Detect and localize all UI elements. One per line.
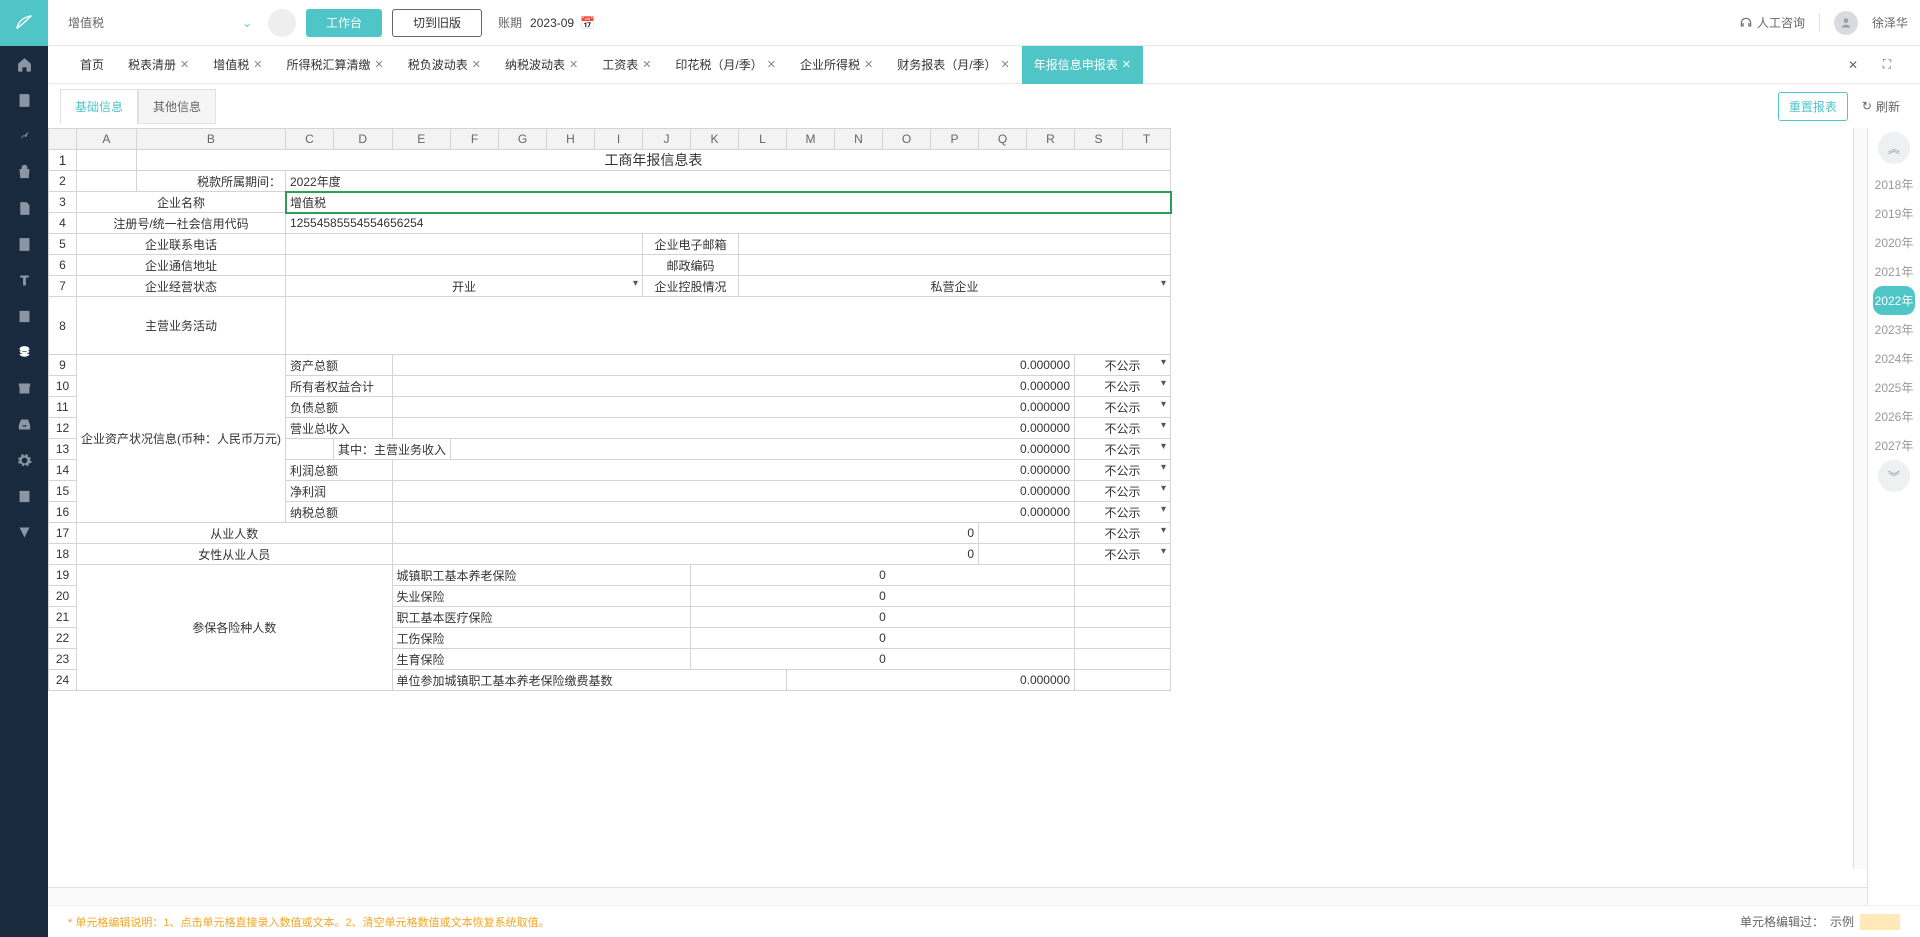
sub-bar: 基础信息 其他信息 重置报表 ↻ 刷新 [48, 84, 1920, 128]
example-swatch [1860, 914, 1900, 930]
nav-calc-icon[interactable] [0, 298, 48, 334]
nav-ledger-icon[interactable] [0, 82, 48, 118]
vertical-scrollbar[interactable] [1853, 128, 1867, 869]
subtab-other[interactable]: 其他信息 [138, 89, 216, 124]
close-icon[interactable]: ✕ [253, 58, 262, 71]
chevron-down-icon: ⌄ [242, 16, 252, 30]
nav-font-icon[interactable] [0, 262, 48, 298]
nav-archive-icon[interactable] [0, 370, 48, 406]
document-tabs: 首页税表清册✕增值税✕所得税汇算清缴✕税负波动表✕纳税波动表✕工资表✕印花税（月… [48, 46, 1920, 84]
close-icon[interactable]: ✕ [180, 58, 189, 71]
tab-税负波动表[interactable]: 税负波动表✕ [396, 46, 493, 84]
year-2022年[interactable]: 2022年 [1873, 286, 1915, 315]
nav-report-icon[interactable] [0, 226, 48, 262]
year-panel: ︽ 2018年2019年2020年2021年2022年2023年2024年202… [1868, 128, 1920, 905]
tab-年报信息申报表[interactable]: 年报信息申报表✕ [1022, 46, 1143, 84]
edited-label: 单元格编辑过： [1740, 913, 1824, 930]
example-label: 示例 [1830, 913, 1854, 930]
tab-工资表[interactable]: 工资表✕ [590, 46, 663, 84]
year-2023年[interactable]: 2023年 [1873, 315, 1915, 344]
divider [1819, 14, 1820, 32]
reset-report-button[interactable]: 重置报表 [1778, 92, 1848, 121]
tab-税表清册[interactable]: 税表清册✕ [116, 46, 201, 84]
close-tab-button[interactable]: ✕ [1840, 52, 1866, 78]
nav-inbox-icon[interactable] [0, 406, 48, 442]
close-icon[interactable]: ✕ [569, 58, 578, 71]
close-icon[interactable]: ✕ [767, 58, 776, 71]
user-name[interactable]: 徐泽华 [1872, 14, 1908, 31]
tab-增值税[interactable]: 增值税✕ [201, 46, 274, 84]
tab-所得税汇算清缴[interactable]: 所得税汇算清缴✕ [274, 46, 395, 84]
nav-v-icon[interactable] [0, 514, 48, 550]
close-icon[interactable]: ✕ [1122, 58, 1131, 71]
year-2019年[interactable]: 2019年 [1873, 199, 1915, 228]
user-avatar[interactable] [1834, 11, 1858, 35]
company-dropdown[interactable]: 增值税 ⌄ [60, 8, 260, 38]
tab-首页[interactable]: 首页 [68, 46, 116, 84]
switch-old-button[interactable]: 切到旧版 [392, 9, 482, 37]
close-icon[interactable]: ✕ [375, 58, 384, 71]
bottom-bar: * 单元格编辑说明：1、点击单元格直接录入数值或文本。2、清空单元格数值或文本恢… [48, 905, 1920, 937]
consult-link[interactable]: 人工咨询 [1739, 14, 1805, 31]
spreadsheet[interactable]: ABCDEFGHIJKLMNOPQRST1工商年报信息表2税款所属期间：2022… [48, 128, 1867, 887]
period-label: 账期 [498, 14, 522, 31]
close-icon[interactable]: ✕ [472, 58, 481, 71]
horizontal-scrollbar[interactable] [48, 887, 1867, 905]
year-2026年[interactable]: 2026年 [1873, 402, 1915, 431]
nav-play-icon[interactable] [0, 478, 48, 514]
year-collapse-up-icon[interactable]: ︽ [1878, 132, 1910, 164]
year-2018年[interactable]: 2018年 [1873, 170, 1915, 199]
nav-settings-icon[interactable] [0, 442, 48, 478]
year-2020年[interactable]: 2020年 [1873, 228, 1915, 257]
period-value[interactable]: 2023-09 [530, 16, 574, 30]
workbench-button[interactable]: 工作台 [306, 9, 382, 37]
nav-bag-icon[interactable] [0, 154, 48, 190]
top-bar: 增值税 ⌄ 工作台 切到旧版 账期 2023-09 📅 人工咨询 徐泽华 [48, 0, 1920, 46]
tab-企业所得税[interactable]: 企业所得税✕ [788, 46, 885, 84]
subtab-basic[interactable]: 基础信息 [60, 89, 138, 124]
refresh-button[interactable]: ↻ 刷新 [1862, 98, 1900, 115]
year-2025年[interactable]: 2025年 [1873, 373, 1915, 402]
list-icon-button[interactable] [268, 9, 296, 37]
tab-纳税波动表[interactable]: 纳税波动表✕ [493, 46, 590, 84]
calendar-icon[interactable]: 📅 [580, 16, 595, 30]
expand-button[interactable]: ⛶ [1874, 52, 1900, 78]
left-nav [0, 0, 48, 937]
nav-home-icon[interactable] [0, 46, 48, 82]
nav-doc-icon[interactable] [0, 190, 48, 226]
nav-chart-icon[interactable] [0, 118, 48, 154]
close-icon[interactable]: ✕ [864, 58, 873, 71]
close-icon[interactable]: ✕ [642, 58, 651, 71]
edit-note: * 单元格编辑说明：1、点击单元格直接录入数值或文本。2、清空单元格数值或文本恢… [68, 914, 550, 930]
close-icon[interactable]: ✕ [1001, 58, 1010, 71]
year-2024年[interactable]: 2024年 [1873, 344, 1915, 373]
year-collapse-down-icon[interactable]: ︾ [1878, 460, 1910, 492]
tab-财务报表（月/季）[interactable]: 财务报表（月/季）✕ [885, 46, 1022, 84]
company-name: 增值税 [68, 14, 104, 31]
year-2027年[interactable]: 2027年 [1873, 431, 1915, 460]
nav-tax-icon[interactable] [0, 334, 48, 370]
year-2021年[interactable]: 2021年 [1873, 257, 1915, 286]
app-logo [0, 0, 48, 46]
tab-印花税（月/季）[interactable]: 印花税（月/季）✕ [663, 46, 788, 84]
